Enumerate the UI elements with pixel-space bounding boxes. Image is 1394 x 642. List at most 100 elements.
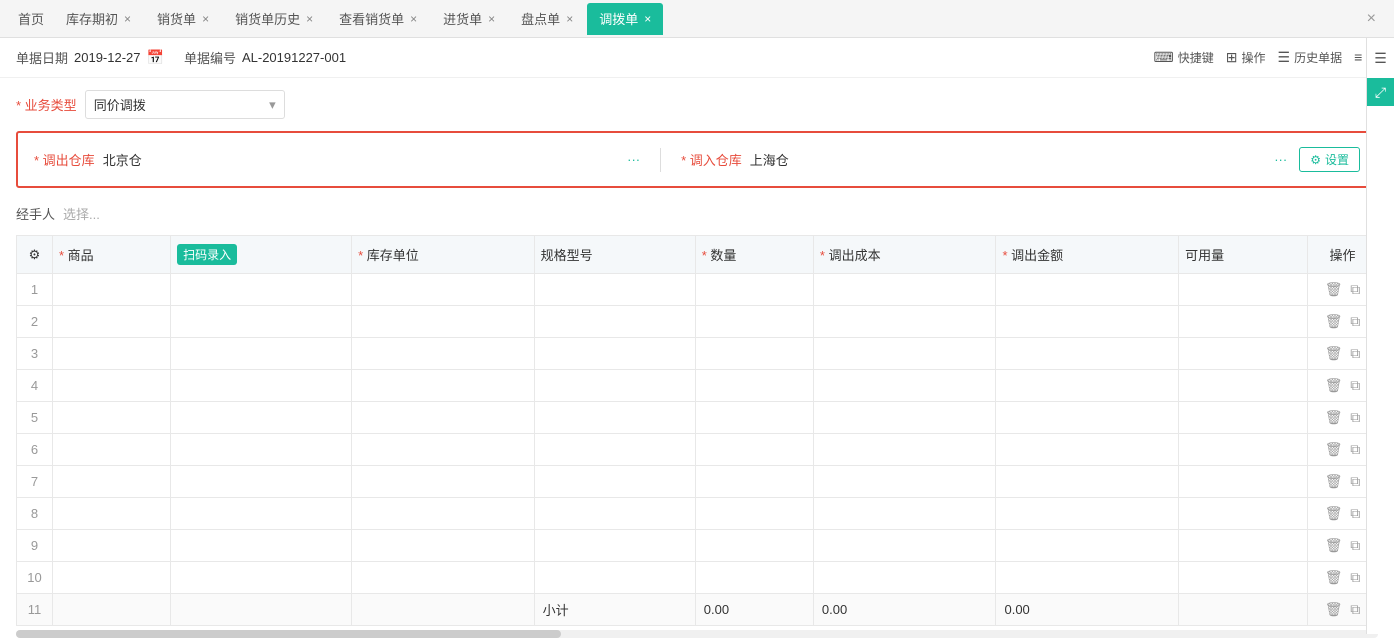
copy-icon-4[interactable]: ⧉ bbox=[1348, 377, 1362, 393]
row-goods-6[interactable] bbox=[53, 434, 171, 466]
close-sales-order[interactable]: × bbox=[202, 12, 209, 26]
copy-icon-8[interactable]: ⧉ bbox=[1348, 505, 1362, 521]
row-goods-11[interactable] bbox=[53, 594, 171, 626]
copy-icon-2[interactable]: ⧉ bbox=[1348, 313, 1362, 329]
delete-icon-2[interactable]: 🗑 bbox=[1323, 313, 1345, 329]
copy-icon-3[interactable]: ⧉ bbox=[1348, 345, 1362, 361]
row-qty-8[interactable] bbox=[695, 498, 813, 530]
row-qty-3[interactable] bbox=[695, 338, 813, 370]
delete-icon-4[interactable]: 🗑 bbox=[1323, 377, 1345, 393]
close-purchase-order[interactable]: × bbox=[488, 12, 495, 26]
row-unit-3 bbox=[352, 338, 535, 370]
row-cost-4 bbox=[813, 370, 996, 402]
row-qty-9[interactable] bbox=[695, 530, 813, 562]
business-type-select[interactable]: 同价调拨 ▾ bbox=[85, 90, 285, 119]
horizontal-scrollbar[interactable] bbox=[16, 630, 1378, 638]
row-available-8 bbox=[1179, 498, 1308, 530]
row-available-5 bbox=[1179, 402, 1308, 434]
row-available-6 bbox=[1179, 434, 1308, 466]
row-amount-9 bbox=[996, 530, 1179, 562]
scroll-thumb[interactable] bbox=[16, 630, 561, 638]
row-num-11: 11 bbox=[17, 594, 53, 626]
copy-icon-1[interactable]: ⧉ bbox=[1348, 281, 1362, 297]
out-warehouse-more-button[interactable]: ··· bbox=[627, 152, 640, 167]
row-qty-5[interactable] bbox=[695, 402, 813, 434]
delete-icon-11[interactable]: 🗑 bbox=[1323, 601, 1345, 617]
operation-button[interactable]: ⊞ 操作 bbox=[1226, 49, 1266, 66]
row-spec-10 bbox=[534, 562, 695, 594]
close-inventory-check[interactable]: × bbox=[566, 12, 573, 26]
copy-icon-9[interactable]: ⧉ bbox=[1348, 537, 1362, 553]
close-inventory-init[interactable]: × bbox=[124, 12, 131, 26]
delete-icon-6[interactable]: 🗑 bbox=[1323, 441, 1345, 457]
date-field: 单据日期 2019-12-27 📅 bbox=[16, 48, 164, 67]
row-goods-7[interactable] bbox=[53, 466, 171, 498]
handler-select[interactable]: 选择... bbox=[63, 204, 1357, 223]
row-cost-6 bbox=[813, 434, 996, 466]
row-num-8: 8 bbox=[17, 498, 53, 530]
row-goods-3[interactable] bbox=[53, 338, 171, 370]
delete-icon-3[interactable]: 🗑 bbox=[1323, 345, 1345, 361]
document-header: 单据日期 2019-12-27 📅 单据编号 AL-20191227-001 ⌨… bbox=[0, 38, 1394, 78]
row-qty-6[interactable] bbox=[695, 434, 813, 466]
close-sales-history[interactable]: × bbox=[306, 12, 313, 26]
row-goods-5[interactable] bbox=[53, 402, 171, 434]
tab-transfer-order[interactable]: 调拨单 × bbox=[587, 3, 663, 35]
row-goods-10[interactable] bbox=[53, 562, 171, 594]
tab-inventory-check[interactable]: 盘点单 × bbox=[509, 3, 585, 35]
copy-icon-5[interactable]: ⧉ bbox=[1348, 409, 1362, 425]
close-view-sales[interactable]: × bbox=[410, 12, 417, 26]
tab-purchase-order[interactable]: 进货单 × bbox=[431, 3, 507, 35]
window-close-button[interactable]: × bbox=[1357, 10, 1386, 28]
row-qty-1[interactable] bbox=[695, 274, 813, 306]
copy-icon-6[interactable]: ⧉ bbox=[1348, 441, 1362, 457]
row-num-2: 2 bbox=[17, 306, 53, 338]
delete-icon-8[interactable]: 🗑 bbox=[1323, 505, 1345, 521]
row-cost-9 bbox=[813, 530, 996, 562]
delete-icon-7[interactable]: 🗑 bbox=[1323, 473, 1345, 489]
dropdown-arrow-icon: ▾ bbox=[269, 97, 276, 113]
row-available-4 bbox=[1179, 370, 1308, 402]
row-scan-7 bbox=[171, 466, 352, 498]
delete-icon-5[interactable]: 🗑 bbox=[1323, 409, 1345, 425]
row-qty-10[interactable] bbox=[695, 562, 813, 594]
row-qty-2[interactable] bbox=[695, 306, 813, 338]
in-warehouse-more-button[interactable]: ··· bbox=[1274, 152, 1287, 167]
tab-sales-order[interactable]: 销货单 × bbox=[145, 3, 221, 35]
row-goods-1[interactable] bbox=[53, 274, 171, 306]
settings-button[interactable]: ⚙ 设置 bbox=[1299, 147, 1360, 172]
subtotal-cost: 0.00 bbox=[813, 594, 996, 626]
shortcut-button[interactable]: ⌨ 快捷键 bbox=[1154, 49, 1214, 66]
row-goods-2[interactable] bbox=[53, 306, 171, 338]
row-goods-9[interactable] bbox=[53, 530, 171, 562]
row-amount-3 bbox=[996, 338, 1179, 370]
date-label: 单据日期 bbox=[16, 48, 68, 67]
history-label: 历史单据 bbox=[1294, 49, 1342, 66]
copy-icon-10[interactable]: ⧉ bbox=[1348, 569, 1362, 585]
delete-icon-10[interactable]: 🗑 bbox=[1323, 569, 1345, 585]
delete-icon-9[interactable]: 🗑 bbox=[1323, 537, 1345, 553]
scan-button[interactable]: 扫码录入 bbox=[177, 244, 237, 265]
row-goods-4[interactable] bbox=[53, 370, 171, 402]
right-panel-expand-icon[interactable]: ⤢ bbox=[1367, 78, 1394, 106]
calendar-icon[interactable]: 📅 bbox=[147, 49, 164, 66]
close-transfer-order[interactable]: × bbox=[644, 12, 651, 26]
copy-icon-11[interactable]: ⧉ bbox=[1348, 601, 1362, 617]
history-button[interactable]: ☰ 历史单据 bbox=[1278, 49, 1343, 66]
tab-inventory-init[interactable]: 库存期初 × bbox=[54, 3, 143, 35]
right-panel-list-icon[interactable]: ☰ bbox=[1367, 44, 1394, 72]
table-row: 10 🗑 ⧉ bbox=[17, 562, 1378, 594]
delete-icon-1[interactable]: 🗑 bbox=[1323, 281, 1345, 297]
tab-home[interactable]: 首页 bbox=[8, 9, 54, 28]
tab-sales-history[interactable]: 销货单历史 × bbox=[223, 3, 325, 35]
copy-icon-7[interactable]: ⧉ bbox=[1348, 473, 1362, 489]
table-row: 4 🗑 ⧉ bbox=[17, 370, 1378, 402]
tab-view-sales[interactable]: 查看销货单 × bbox=[327, 3, 429, 35]
row-qty-4[interactable] bbox=[695, 370, 813, 402]
row-goods-8[interactable] bbox=[53, 498, 171, 530]
history-icon: ☰ bbox=[1278, 49, 1291, 66]
col-gear[interactable]: ⚙ bbox=[17, 236, 53, 274]
row-qty-7[interactable] bbox=[695, 466, 813, 498]
date-value[interactable]: 2019-12-27 bbox=[74, 50, 141, 65]
layout-list-icon[interactable]: ≡ bbox=[1354, 49, 1362, 66]
